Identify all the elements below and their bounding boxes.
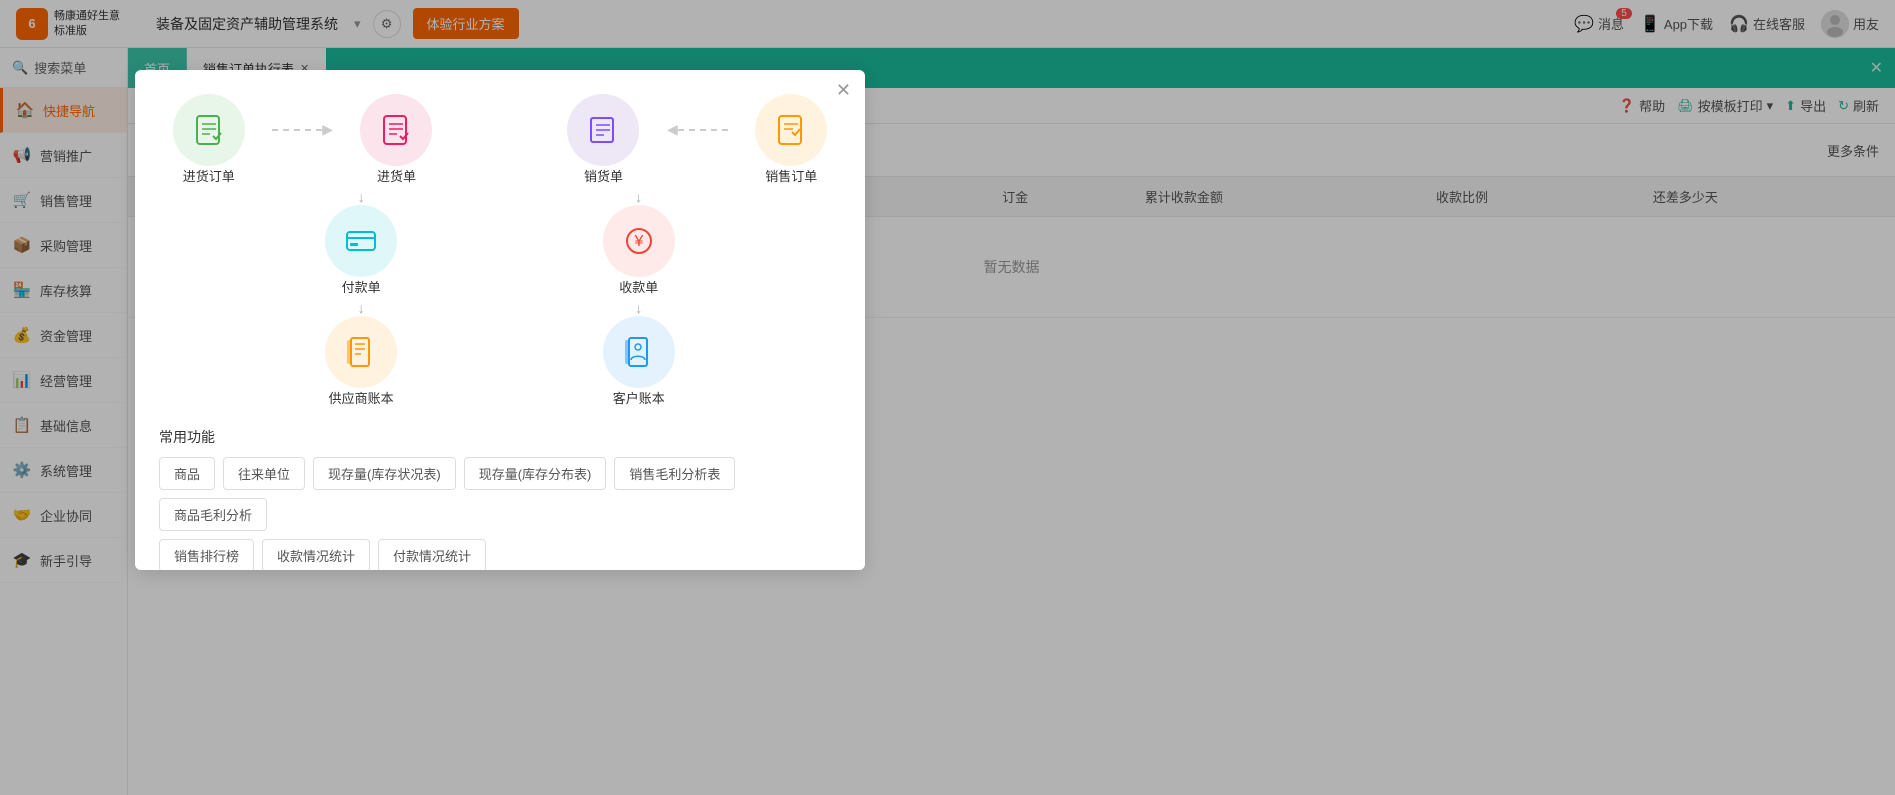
flow-supplier-ledger-label: 供应商账本 [329, 388, 394, 407]
flow-customer-ledger[interactable]: 客户账本 [603, 316, 675, 407]
common-buttons-row1: 商品 往来单位 现存量(库存状况表) 现存量(库存分布表) 销售毛利分析表 商品… [159, 457, 841, 531]
common-functions: 常用功能 商品 往来单位 现存量(库存状况表) 现存量(库存分布表) 销售毛利分… [159, 427, 841, 570]
flow-customer-ledger-label: 客户账本 [613, 388, 665, 407]
flow-receipt-label: 收款单 [619, 277, 658, 296]
common-buttons-row2: 销售排行榜 收款情况统计 付款情况统计 [159, 539, 841, 570]
modal-close-button[interactable]: ✕ [836, 80, 851, 101]
btn-receipt-stats[interactable]: 收款情况统计 [262, 539, 370, 570]
btn-product[interactable]: 商品 [159, 457, 215, 490]
down-arrow-payment: ↓ [358, 189, 365, 205]
flow-purchase-receipt-label: 进货单 [377, 166, 416, 185]
flow-purchase-order-label: 进货订单 [183, 166, 235, 185]
flow-receipt[interactable]: ¥ 收款单 [603, 205, 675, 296]
flow-sales-order[interactable]: 销售订单 [755, 94, 827, 185]
btn-sales-profit[interactable]: 销售毛利分析表 [614, 457, 735, 490]
btn-contacts[interactable]: 往来单位 [223, 457, 305, 490]
flow-sales-receipt[interactable]: 销货单 [567, 94, 639, 185]
down-arrow-supplier: ↓ [358, 300, 365, 316]
btn-stock-status[interactable]: 现存量(库存状况表) [313, 457, 456, 490]
flow-supplier-ledger[interactable]: 供应商账本 [325, 316, 397, 407]
down-arrow-receipt: ↓ [635, 189, 642, 205]
btn-sales-ranking[interactable]: 销售排行榜 [159, 539, 254, 570]
flow-payment[interactable]: 付款单 [325, 205, 397, 296]
flow-sales-order-label: 销售订单 [765, 166, 817, 185]
btn-stock-dist[interactable]: 现存量(库存分布表) [464, 457, 607, 490]
down-arrow-customer: ↓ [635, 300, 642, 316]
flow-purchase-order[interactable]: 进货订单 [173, 94, 245, 185]
flow-purchase-receipt[interactable]: 进货单 [360, 94, 432, 185]
modal-box: ✕ 进货订单 ▶ [135, 70, 865, 570]
btn-payment-stats[interactable]: 付款情况统计 [378, 539, 486, 570]
svg-text:¥: ¥ [633, 233, 643, 250]
flow-payment-label: 付款单 [342, 277, 381, 296]
btn-product-profit[interactable]: 商品毛利分析 [159, 498, 267, 531]
modal-overlay[interactable]: ✕ 进货订单 ▶ [0, 0, 1895, 795]
flow-sales-receipt-label: 销货单 [584, 166, 623, 185]
common-functions-title: 常用功能 [159, 427, 841, 447]
